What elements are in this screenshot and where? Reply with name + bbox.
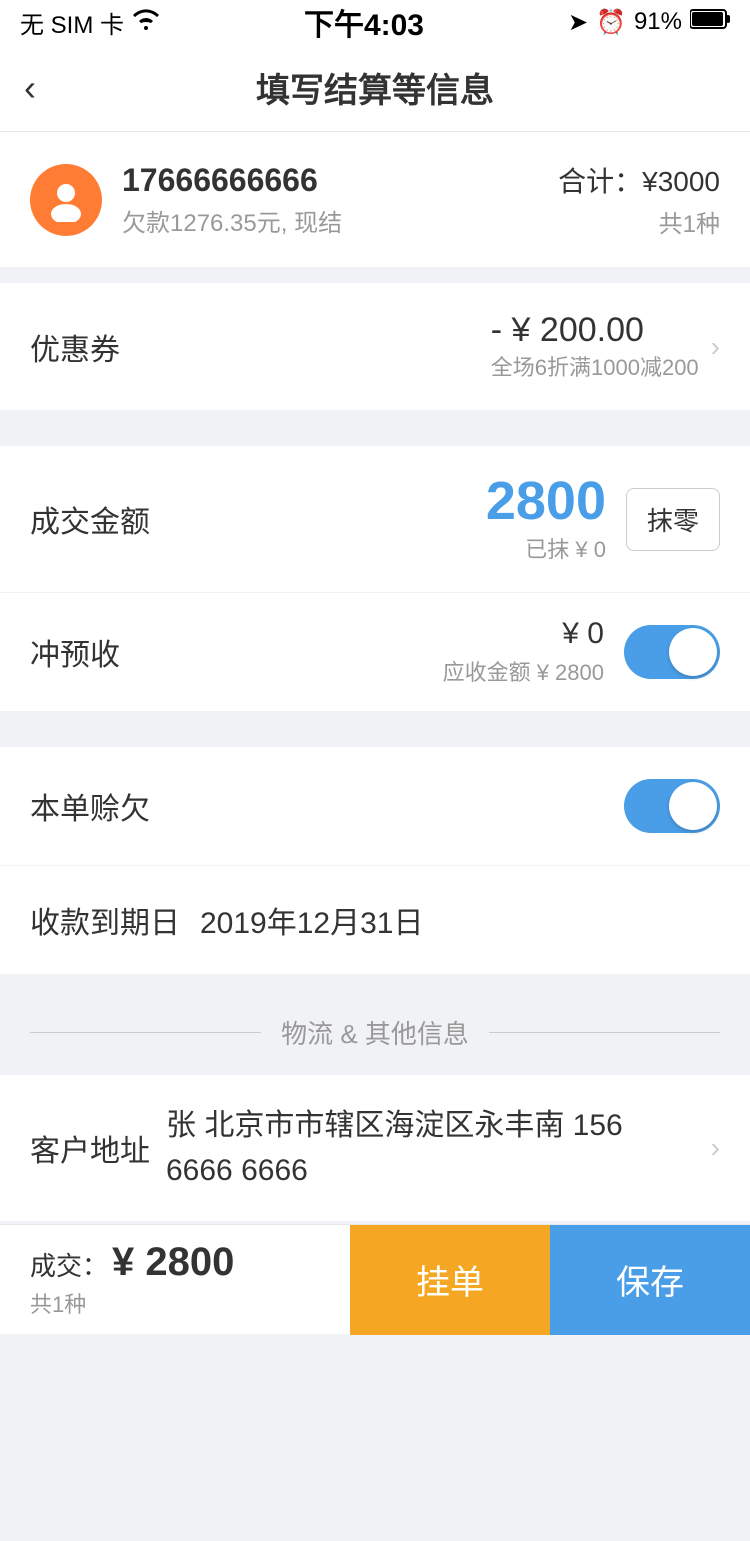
status-bar: 无 SIM 卡 下午4:03 ➤ ⏰ 91% xyxy=(0,0,750,44)
amount-label: 成交金额 xyxy=(30,497,150,541)
coupon-row[interactable]: 优惠券 - ¥ 200.00 全场6折满1000减200 › xyxy=(0,283,750,410)
coupon-amount: - ¥ 200.00 xyxy=(491,311,699,350)
avatar xyxy=(30,164,102,236)
battery-icon xyxy=(690,8,730,37)
sim-text: 无 SIM 卡 xyxy=(20,5,124,40)
prepaid-amount: ¥ 0 xyxy=(443,617,604,651)
status-left: 无 SIM 卡 xyxy=(20,5,160,40)
customer-count: 共1种 xyxy=(558,204,720,239)
customer-right: 合计：¥3000 共1种 xyxy=(558,160,720,239)
bottom-bar: 成交： ¥ 2800 共1种 挂单 保存 xyxy=(0,1224,750,1334)
battery-text: 91% xyxy=(634,8,682,36)
section-divider-1 xyxy=(0,426,750,446)
bottom-summary-amount: ¥ 2800 xyxy=(112,1240,234,1285)
save-button[interactable]: 保存 xyxy=(550,1225,750,1335)
coupon-right: - ¥ 200.00 全场6折满1000减200 › xyxy=(491,311,720,382)
customer-card: 17666666666 欠款1276.35元, 现结 合计：¥3000 共1种 xyxy=(0,132,750,267)
amount-value[interactable]: 2800 xyxy=(486,474,606,528)
chevron-right-icon: › xyxy=(711,331,720,363)
coupon-label: 优惠券 xyxy=(30,325,120,369)
debt-row: 本单赊欠 xyxy=(0,747,750,865)
customer-debt: 欠款1276.35元, 现结 xyxy=(122,203,342,238)
debt-toggle[interactable] xyxy=(624,779,720,833)
status-time: 下午4:03 xyxy=(304,0,424,44)
due-date-value: 2019年12月31日 xyxy=(200,898,423,942)
amount-right: 2800 已抹 ¥ 0 抹零 xyxy=(486,474,720,564)
wifi-icon xyxy=(132,8,160,37)
amount-erased: 已抹 ¥ 0 xyxy=(486,532,606,564)
section-divider-2 xyxy=(0,711,750,731)
page-title: 填写结算等信息 xyxy=(256,63,494,112)
prepaid-value-block: ¥ 0 应收金额 ¥ 2800 xyxy=(443,617,604,687)
prepaid-right: ¥ 0 应收金额 ¥ 2800 xyxy=(443,617,720,687)
customer-left: 17666666666 欠款1276.35元, 现结 xyxy=(30,162,342,238)
amount-row: 成交金额 2800 已抹 ¥ 0 抹零 xyxy=(0,446,750,592)
address-row[interactable]: 客户地址 张 北京市市辖区海淀区永丰南 156 6666 6666 › xyxy=(0,1075,750,1221)
amount-value-block: 2800 已抹 ¥ 0 xyxy=(486,474,606,564)
round-button[interactable]: 抹零 xyxy=(626,488,720,551)
logistics-title: 物流 & 其他信息 xyxy=(281,1014,469,1051)
logistics-line-right xyxy=(489,1032,720,1033)
logistics-line-left xyxy=(30,1032,261,1033)
address-chevron-icon: › xyxy=(711,1132,720,1164)
bottom-summary-line: 成交： ¥ 2800 xyxy=(30,1240,320,1285)
coupon-desc: 全场6折满1000减200 xyxy=(491,350,699,382)
back-button[interactable]: ‹ xyxy=(24,67,36,109)
bottom-summary-count: 共1种 xyxy=(30,1287,320,1319)
logistics-header: 物流 & 其他信息 xyxy=(0,990,750,1075)
debt-toggle-knob xyxy=(669,782,717,830)
nav-bar: ‹ 填写结算等信息 xyxy=(0,44,750,132)
due-date-label: 收款到期日 xyxy=(30,898,180,942)
hang-button[interactable]: 挂单 xyxy=(350,1225,550,1335)
address-label: 客户地址 xyxy=(30,1126,150,1170)
due-date-row: 收款到期日 2019年12月31日 xyxy=(0,865,750,974)
toggle-knob xyxy=(669,628,717,676)
debt-label: 本单赊欠 xyxy=(30,784,150,828)
customer-info: 17666666666 欠款1276.35元, 现结 xyxy=(122,162,342,238)
alarm-icon: ⏰ xyxy=(596,8,626,37)
prepaid-toggle[interactable] xyxy=(624,625,720,679)
bottom-summary: 成交： ¥ 2800 共1种 xyxy=(0,1240,350,1319)
customer-total: 合计：¥3000 xyxy=(558,160,720,200)
prepaid-receivable: 应收金额 ¥ 2800 xyxy=(443,655,604,687)
status-right: ➤ ⏰ 91% xyxy=(568,8,730,37)
prepaid-row: 冲预收 ¥ 0 应收金额 ¥ 2800 xyxy=(0,592,750,711)
prepaid-label: 冲预收 xyxy=(30,630,120,674)
address-value: 张 北京市市辖区海淀区永丰南 156 6666 6666 xyxy=(150,1103,711,1193)
customer-phone: 17666666666 xyxy=(122,162,342,199)
location-icon: ➤ xyxy=(568,8,588,37)
bottom-summary-label: 成交： xyxy=(30,1246,108,1283)
